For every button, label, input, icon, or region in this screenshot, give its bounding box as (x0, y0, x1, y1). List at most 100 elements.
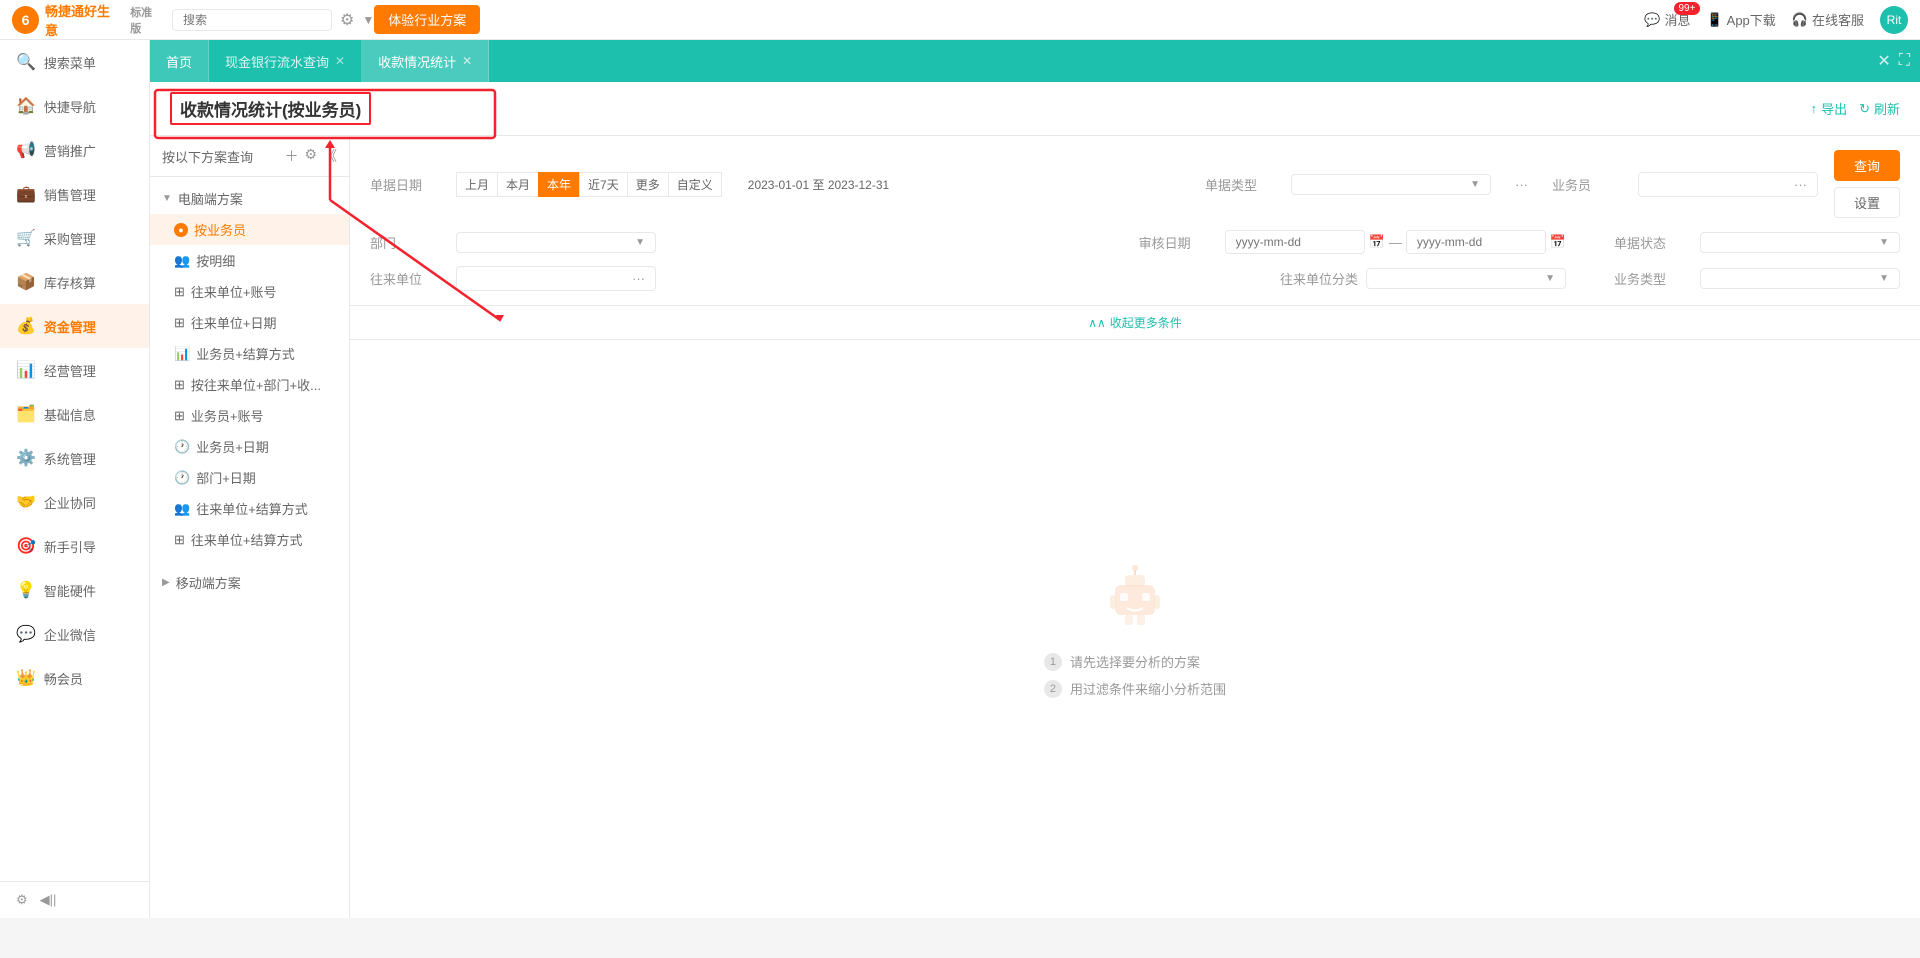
date-btn-this-year[interactable]: 本年 (538, 172, 579, 197)
settings-bottom-icon[interactable]: ⚙ (16, 892, 28, 908)
tab-maximize-icon[interactable]: ⛶ (1899, 52, 1910, 70)
dept-chevron: ▼ (635, 237, 645, 248)
app-download-btn[interactable]: 📱 App下载 (1706, 10, 1775, 29)
sidebar-item-quicknav[interactable]: 🏠 快捷导航 (0, 84, 149, 128)
sidebar-item-operations[interactable]: 📊 经营管理 (0, 348, 149, 392)
collapse-bar[interactable]: ∧∧ 收起更多条件 (350, 306, 1920, 340)
export-btn[interactable]: ↑ 导出 (1811, 99, 1848, 118)
messages-btn[interactable]: 💬 消息 99+ (1644, 10, 1690, 29)
review-date-start[interactable] (1225, 230, 1365, 254)
money-icon: 💰 (16, 316, 36, 336)
sidebar-item-hardware[interactable]: 💡 智能硬件 (0, 568, 149, 612)
sidebar-item-newuser[interactable]: 🎯 新手引导 (0, 524, 149, 568)
counterpart-select[interactable]: ··· (456, 266, 656, 291)
mobile-tree-section: ▶ 移动端方案 (150, 561, 349, 604)
sidebar-item-marketing[interactable]: 📢 营销推广 (0, 128, 149, 172)
online-service-btn[interactable]: 🎧 在线客服 (1792, 10, 1864, 29)
query-button[interactable]: 查询 (1834, 150, 1900, 181)
tab-bank-flow[interactable]: 现金银行流水查询 ✕ (209, 40, 362, 82)
search-bar[interactable] (172, 9, 332, 31)
bulb-icon: 💡 (16, 580, 36, 600)
edition-label: 标准版 (130, 4, 162, 36)
tree-parent-desktop[interactable]: ▼ 电脑端方案 (150, 183, 349, 214)
refresh-btn[interactable]: ↻ 刷新 (1859, 99, 1900, 118)
collapse-panel-icon[interactable]: 《 (323, 146, 337, 166)
date-btn-this-month[interactable]: 本月 (497, 172, 538, 197)
try-industry-btn[interactable]: 体验行业方案 (374, 5, 480, 34)
date-btn-more[interactable]: 更多 (627, 172, 668, 197)
sidebar-item-basic-info[interactable]: 🗂️ 基础信息 (0, 392, 149, 436)
voucher-type-select[interactable]: ▼ (1291, 174, 1491, 195)
tree-child-unit-account[interactable]: ⊞ 往来单位+账号 (150, 276, 349, 307)
salesperson-select[interactable]: ··· (1638, 172, 1818, 197)
clock-icon-2: 🕐 (174, 470, 190, 486)
tab-home[interactable]: 首页 (150, 40, 209, 82)
calendar-icon-1[interactable]: 📅 (1369, 234, 1385, 250)
dept-select[interactable]: ▼ (456, 232, 656, 253)
tree-label-unit-date: 往来单位+日期 (191, 313, 277, 332)
dropdown-icon[interactable]: ▼ (362, 13, 374, 27)
sidebar-item-wechat[interactable]: 💬 企业微信 (0, 612, 149, 656)
sidebar-item-search[interactable]: 🔍 搜索菜单 (0, 40, 149, 84)
counterpart-cat-select[interactable]: ▼ (1366, 268, 1566, 289)
sidebar-item-vip[interactable]: 👑 畅会员 (0, 656, 149, 700)
empty-steps: 1 请先选择要分析的方案 2 用过滤条件来缩小分析范围 (1044, 652, 1226, 698)
counterpart-cat-chevron: ▼ (1545, 273, 1555, 284)
tree-parent-mobile[interactable]: ▶ 移动端方案 (150, 567, 349, 598)
sidebar-item-system[interactable]: ⚙️ 系统管理 (0, 436, 149, 480)
user-avatar[interactable]: Rit (1880, 6, 1908, 34)
settings-button[interactable]: 设置 (1834, 187, 1900, 218)
calendar-icon-2[interactable]: 📅 (1550, 234, 1566, 250)
date-btn-custom[interactable]: 自定义 (668, 172, 722, 197)
sidebar-label-hardware: 智能硬件 (44, 581, 96, 600)
add-scheme-icon[interactable]: ＋ (284, 146, 298, 166)
date-btn-7days[interactable]: 近7天 (579, 172, 627, 197)
tab-close-collection[interactable]: ✕ (462, 54, 472, 68)
tree-child-salesperson[interactable]: ● 按业务员 (150, 214, 349, 245)
tree-child-salesperson-account[interactable]: ⊞ 业务员+账号 (150, 400, 349, 431)
date-btn-last-month[interactable]: 上月 (456, 172, 497, 197)
online-service-label: 在线客服 (1812, 10, 1864, 29)
collapse-icon[interactable]: ◀|| (40, 892, 57, 908)
sidebar-label-finance: 资金管理 (44, 317, 96, 336)
page-title: 收款情况统计(按业务员) (170, 92, 371, 125)
tree-child-salesperson-date[interactable]: 🕐 业务员+日期 (150, 431, 349, 462)
settings-icon[interactable]: ⚙ (340, 10, 354, 30)
tab-close-window-icon[interactable]: ✕ (1877, 51, 1890, 71)
export-icon: ↑ (1811, 101, 1818, 116)
gear-icon: ⚙️ (16, 448, 36, 468)
voucher-status-select[interactable]: ▼ (1700, 232, 1900, 253)
tree-label-detail: 按明细 (196, 251, 235, 270)
sidebar-item-collab[interactable]: 🤝 企业协同 (0, 480, 149, 524)
left-panel: 按以下方案查询 ＋ ⚙ 《 ▼ 电脑端方案 ● 按业务员 (150, 136, 350, 918)
tree-child-unit-settlement-1[interactable]: 👥 往来单位+结算方式 (150, 493, 349, 524)
more-options-icon[interactable]: ··· (1515, 177, 1528, 192)
config-scheme-icon[interactable]: ⚙ (304, 146, 317, 166)
tree-label-unit-settlement-1: 往来单位+结算方式 (196, 499, 308, 518)
sidebar-label-purchase: 采购管理 (44, 229, 96, 248)
sidebar-label-wechat: 企业微信 (44, 625, 96, 644)
sidebar-item-inventory[interactable]: 📦 库存核算 (0, 260, 149, 304)
date-dash: — (1389, 235, 1402, 250)
tree-child-detail[interactable]: 👥 按明细 (150, 245, 349, 276)
brand-name: 畅捷通好生意 (45, 1, 120, 39)
counterpart-more-icon[interactable]: ··· (632, 271, 645, 286)
review-date-label: 审核日期 (1139, 233, 1209, 252)
tab-close-bank[interactable]: ✕ (335, 54, 345, 68)
sidebar-item-finance[interactable]: 💰 资金管理 (0, 304, 149, 348)
tree-child-unit-settlement-2[interactable]: ⊞ 往来单位+结算方式 (150, 524, 349, 555)
avatar-circle: Rit (1880, 6, 1908, 34)
biz-type-select[interactable]: ▼ (1700, 268, 1900, 289)
tab-bar: 首页 现金银行流水查询 ✕ 收款情况统计 ✕ ✕ ⛶ (150, 40, 1920, 82)
sidebar-item-purchase[interactable]: 🛒 采购管理 (0, 216, 149, 260)
tree-child-unit-dept[interactable]: ⊞ 按往来单位+部门+收... (150, 369, 349, 400)
tree-label-salesperson-date: 业务员+日期 (196, 437, 269, 456)
tree-child-dept-date[interactable]: 🕐 部门+日期 (150, 462, 349, 493)
tree-child-unit-date[interactable]: ⊞ 往来单位+日期 (150, 307, 349, 338)
review-date-end[interactable] (1406, 230, 1546, 254)
collapse-label: 收起更多条件 (1110, 314, 1182, 331)
sidebar-item-sales[interactable]: 💼 销售管理 (0, 172, 149, 216)
tree-child-salesperson-payment[interactable]: 📊 业务员+结算方式 (150, 338, 349, 369)
tree-label-dept-date: 部门+日期 (196, 468, 256, 487)
tab-collection-stats[interactable]: 收款情况统计 ✕ (362, 40, 489, 82)
